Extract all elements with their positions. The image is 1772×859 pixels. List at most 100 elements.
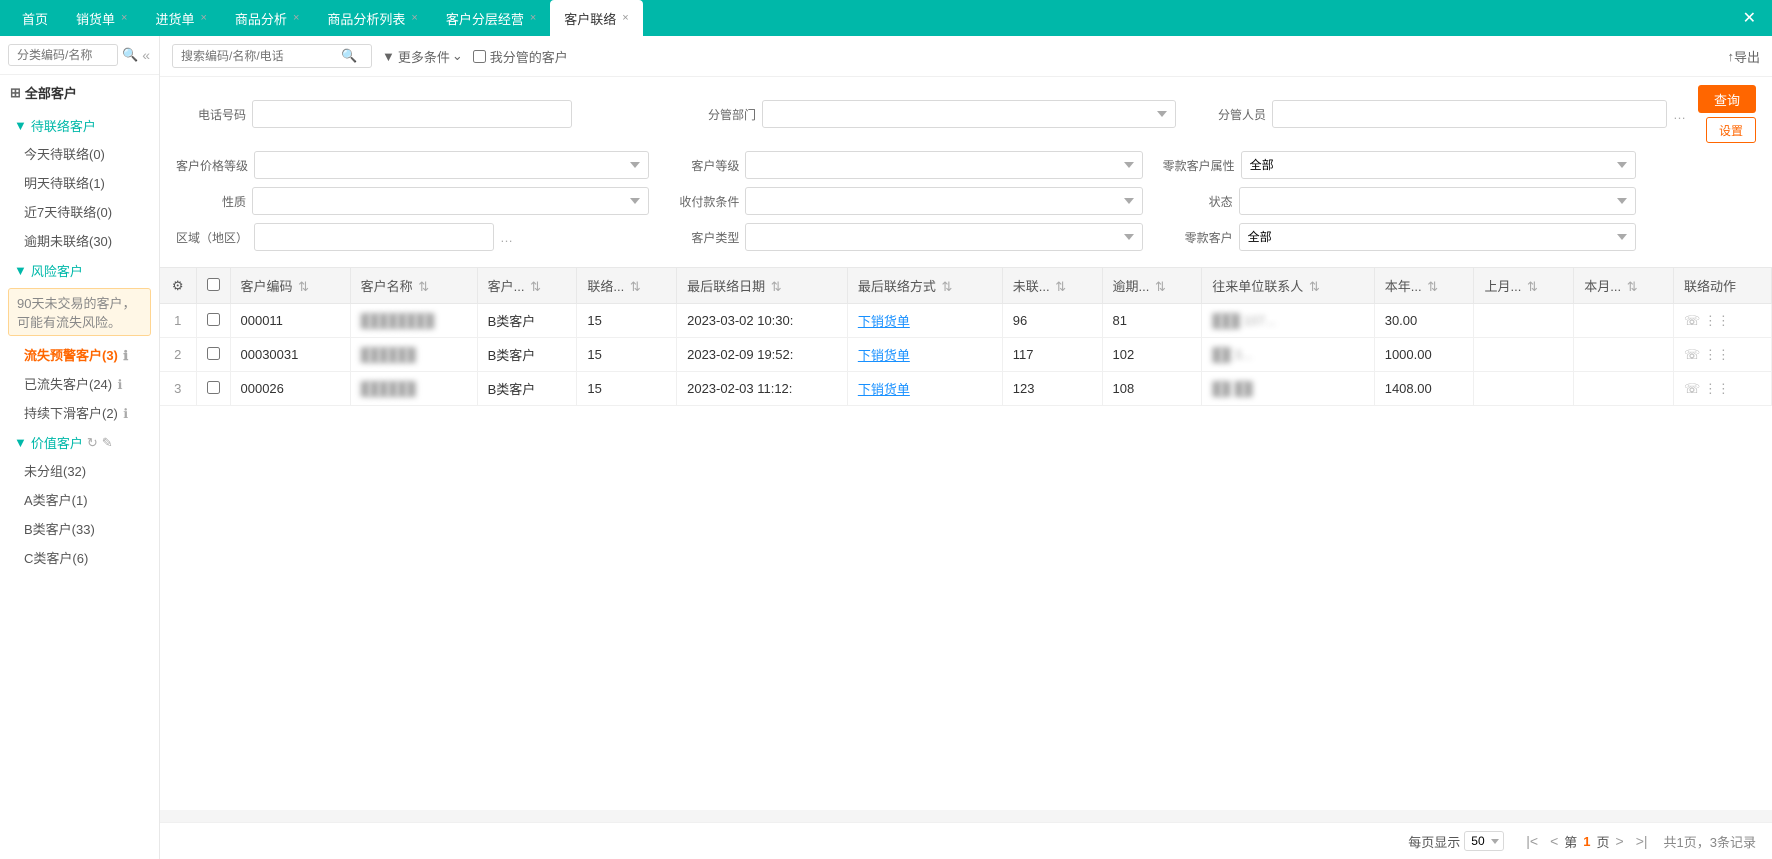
- th-this-month[interactable]: 本月... ⇅: [1574, 268, 1674, 304]
- info-icon-2: ℹ: [117, 377, 122, 392]
- first-page-btn[interactable]: |<: [1520, 831, 1544, 851]
- th-this-year[interactable]: 本年... ⇅: [1374, 268, 1474, 304]
- cell-checkbox-3[interactable]: [196, 372, 230, 406]
- tab-purchase[interactable]: 进货单 ×: [141, 0, 220, 36]
- th-name-label: 客户名称: [361, 279, 413, 294]
- sidebar-item-tomorrow-contact[interactable]: 明天待联络(1): [0, 168, 159, 197]
- cell-last-date-1: 2023-03-02 10:30:: [677, 304, 848, 338]
- th-code[interactable]: 客户编码 ⇅: [230, 268, 350, 304]
- th-checkbox[interactable]: [196, 268, 230, 304]
- filter-ctype-select[interactable]: [745, 223, 1142, 251]
- sidebar-item-overdue-contact[interactable]: 逾期未联络(30): [0, 226, 159, 255]
- sidebar-search-input[interactable]: [8, 44, 118, 66]
- th-uncontact[interactable]: 未联... ⇅: [1002, 268, 1102, 304]
- th-last-way[interactable]: 最后联络方式 ⇅: [847, 268, 1002, 304]
- row3-checkbox[interactable]: [207, 381, 220, 394]
- filter-gender-select[interactable]: [252, 187, 649, 215]
- sidebar-item-declining[interactable]: 持续下滑客户(2) ℹ: [0, 398, 159, 427]
- cell-checkbox-2[interactable]: [196, 338, 230, 372]
- filter-payment-select[interactable]: [745, 187, 1142, 215]
- th-settings[interactable]: ⚙: [160, 268, 196, 304]
- sidebar-search-icon[interactable]: 🔍: [122, 47, 138, 63]
- query-button[interactable]: 查询: [1698, 85, 1756, 113]
- row1-checkbox[interactable]: [207, 313, 220, 326]
- filter-cell-payment: 收付款条件: [669, 187, 1142, 215]
- tab-analysis[interactable]: 商品分析 ×: [221, 0, 313, 36]
- tab-analysis-list-close[interactable]: ×: [411, 12, 417, 24]
- tab-home[interactable]: 首页: [8, 0, 62, 36]
- sidebar-section-value[interactable]: ▼ 价值客户 ↻ ✎: [0, 427, 159, 456]
- tab-bar-close-all[interactable]: ✕: [1735, 8, 1764, 28]
- filter-price-grade-select[interactable]: [254, 151, 649, 179]
- sidebar-item-ungroup-label: 未分组(32): [24, 464, 86, 479]
- sidebar-item-today-contact[interactable]: 今天待联络(0): [0, 139, 159, 168]
- more-conditions-btn[interactable]: ▼ 更多条件 ⌄: [382, 47, 463, 66]
- search-input-wrap: 🔍: [172, 44, 372, 68]
- th-contact[interactable]: 联络... ⇅: [577, 268, 677, 304]
- th-type[interactable]: 客户... ⇅: [477, 268, 577, 304]
- horizontal-scrollbar[interactable]: [160, 810, 1772, 822]
- filter-region-dots[interactable]: …: [500, 230, 513, 245]
- sidebar-item-b-class[interactable]: B类客户(33): [0, 514, 159, 543]
- sidebar-section-pending[interactable]: ▼ 待联络客户: [0, 110, 159, 139]
- tab-analysis-close[interactable]: ×: [293, 12, 299, 24]
- action-icons-3[interactable]: ☏ ⋮⋮: [1684, 381, 1730, 396]
- sidebar-item-c-class[interactable]: C类客户(6): [0, 543, 159, 572]
- last-page-btn[interactable]: >|: [1630, 831, 1654, 851]
- sidebar-item-churned[interactable]: 已流失客户(24) ℹ: [0, 369, 159, 398]
- sidebar-all-customers[interactable]: ⊞ 全部客户: [0, 75, 159, 110]
- tab-purchase-close[interactable]: ×: [200, 12, 206, 24]
- row2-checkbox[interactable]: [207, 347, 220, 360]
- filter-status-select[interactable]: [1239, 187, 1636, 215]
- th-name[interactable]: 客户名称 ⇅: [350, 268, 477, 304]
- per-page-select[interactable]: 50: [1464, 831, 1504, 851]
- settings-button[interactable]: 设置: [1706, 117, 1756, 143]
- cell-name-2: ██████: [350, 338, 477, 372]
- next-page-btn[interactable]: >: [1610, 831, 1630, 851]
- filter-zero-customer-select[interactable]: 全部: [1239, 223, 1636, 251]
- tab-customer-contact-close[interactable]: ×: [622, 12, 628, 24]
- edit-icon[interactable]: ✎: [102, 435, 113, 451]
- export-btn[interactable]: ↑ 导出: [1727, 47, 1760, 66]
- sidebar-item-ungroup[interactable]: 未分组(32): [0, 456, 159, 485]
- sidebar-item-churn-warning[interactable]: 流失预警客户(3) ℹ: [0, 340, 159, 369]
- tab-analysis-list[interactable]: 商品分析列表 ×: [313, 0, 431, 36]
- filter-dept-select[interactable]: [762, 100, 1176, 128]
- content-area: 🔍 ▼ 更多条件 ⌄ 我分管的客户 ↑ 导出 电话号码: [160, 36, 1772, 859]
- sidebar-item-7days-contact[interactable]: 近7天待联络(0): [0, 197, 159, 226]
- filter-person-input[interactable]: [1272, 100, 1667, 128]
- tab-customer-segment[interactable]: 客户分层经营 ×: [432, 0, 550, 36]
- my-customers-checkbox[interactable]: [473, 50, 486, 63]
- action-icons-2[interactable]: ☏ ⋮⋮: [1684, 347, 1730, 362]
- sidebar-section-risk[interactable]: ▼ 风险客户: [0, 255, 159, 284]
- th-last-date[interactable]: 最后联络日期 ⇅: [677, 268, 848, 304]
- tab-sales[interactable]: 销货单 ×: [62, 0, 141, 36]
- th-overdue[interactable]: 逾期... ⇅: [1102, 268, 1202, 304]
- main-search-input[interactable]: [181, 49, 341, 63]
- tab-customer-contact[interactable]: 客户联络 ×: [550, 0, 642, 36]
- tab-sales-close[interactable]: ×: [121, 12, 127, 24]
- filter-person-dots[interactable]: …: [1673, 107, 1686, 122]
- th-contacts[interactable]: 往来单位联系人 ⇅: [1202, 268, 1374, 304]
- cell-checkbox-1[interactable]: [196, 304, 230, 338]
- sidebar-item-a-class[interactable]: A类客户(1): [0, 485, 159, 514]
- prev-page-btn[interactable]: <: [1544, 831, 1564, 851]
- sidebar-collapse-btn[interactable]: «: [142, 47, 150, 63]
- filter-region-input[interactable]: [254, 223, 494, 251]
- filter-grade-select[interactable]: [745, 151, 1142, 179]
- action-icons-1[interactable]: ☏ ⋮⋮: [1684, 313, 1730, 328]
- th-last-month[interactable]: 上月... ⇅: [1474, 268, 1574, 304]
- filter-phone-input[interactable]: [252, 100, 572, 128]
- sidebar-item-today-label: 今天待联络(0): [24, 147, 105, 162]
- select-all-checkbox[interactable]: [207, 278, 220, 291]
- filter-zero-attr-select[interactable]: 全部: [1241, 151, 1636, 179]
- refresh-icon[interactable]: ↻: [87, 435, 98, 451]
- per-page-selector: 每页显示 50: [1408, 831, 1508, 851]
- cell-contact-3: 15: [577, 372, 677, 406]
- th-this-year-label: 本年...: [1385, 279, 1422, 294]
- filter-dept-label: 分管部门: [686, 106, 756, 123]
- main-layout: 🔍 « ⊞ 全部客户 ▼ 待联络客户 今天待联络(0) 明天待联络(1) 近7天…: [0, 36, 1772, 859]
- tab-customer-segment-close[interactable]: ×: [530, 12, 536, 24]
- main-search-btn[interactable]: 🔍: [341, 48, 357, 64]
- sidebar-item-c-class-label: C类客户(6): [24, 551, 88, 566]
